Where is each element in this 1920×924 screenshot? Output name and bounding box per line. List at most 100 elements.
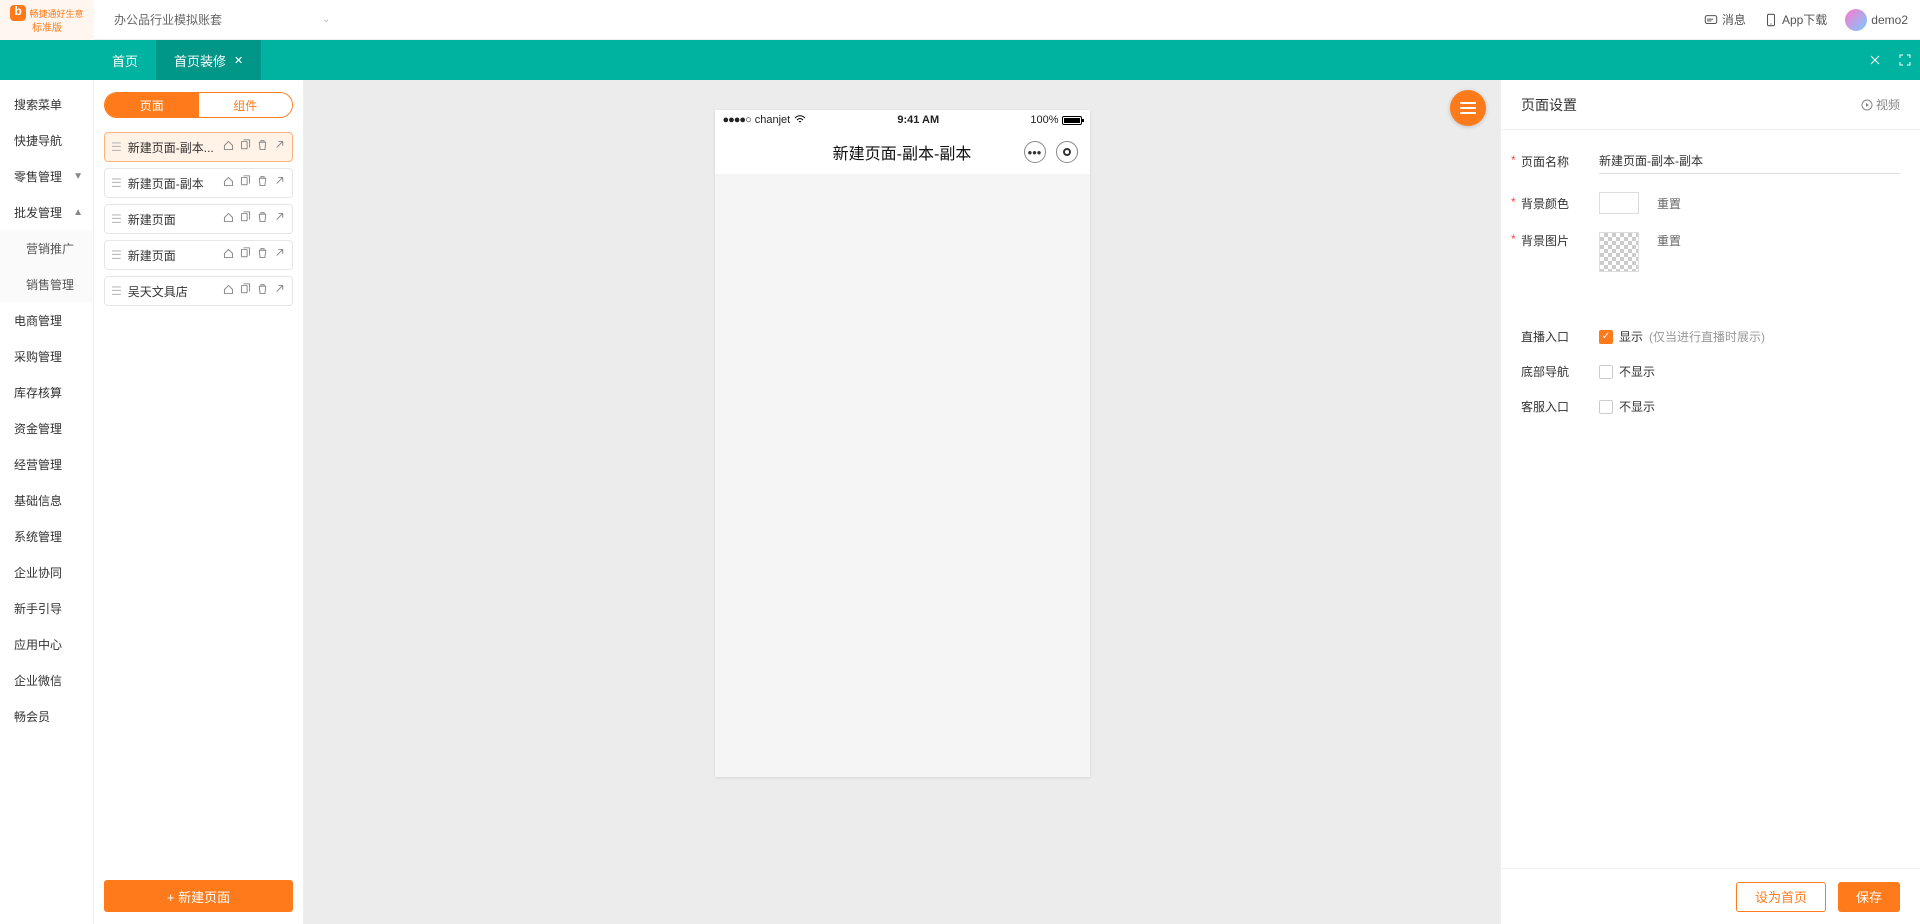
page-row[interactable]: ☰ 新建页面 [104,240,293,270]
share-icon[interactable] [273,211,286,227]
canvas: ●●●●○ chanjet 9:41 AM 100% 新建页面-副本-副本 ••… [304,80,1500,924]
tab-close-icon[interactable]: ✕ [234,54,243,67]
home-icon[interactable] [222,211,235,227]
seg-component[interactable]: 组件 [199,93,293,117]
chevron-down-icon: ⌄ [322,14,330,25]
delete-icon[interactable] [256,175,269,191]
message-icon [1704,13,1718,27]
reset-bg-color[interactable]: 重置 [1657,195,1681,212]
label-page-name: 页面名称 [1521,153,1581,170]
drag-handle-icon[interactable]: ☰ [111,212,122,226]
page-row-name: 新建页面-副本 [128,175,216,192]
checkbox-live-show[interactable] [1599,330,1613,344]
page-row-name: 吴天文具店 [128,283,216,300]
brand-edition: 标准版 [32,19,62,34]
sidebar-item-sales[interactable]: 销售管理 [0,266,93,302]
delete-icon[interactable] [256,283,269,299]
sidebar-item-collab[interactable]: 企业协同 [0,554,93,590]
copy-icon[interactable] [239,211,252,227]
video-tutorial-link[interactable]: 视频 [1861,96,1900,113]
sidebar-item-quicknav[interactable]: 快捷导航 [0,122,93,158]
home-icon[interactable] [222,283,235,299]
sidebar-item-basic[interactable]: 基础信息 [0,482,93,518]
new-page-button[interactable]: + 新建页面 [104,880,293,912]
copy-icon[interactable] [239,283,252,299]
delete-icon[interactable] [256,247,269,263]
segment-control: 页面 组件 [104,92,293,118]
sidebar-item-retail[interactable]: 零售管理▼ [0,158,93,194]
home-icon[interactable] [222,139,235,155]
tab-home[interactable]: 首页 [94,40,156,80]
share-icon[interactable] [273,283,286,299]
battery-icon: 100% [1030,114,1081,126]
user-menu[interactable]: demo2 [1845,9,1908,31]
app-download-button[interactable]: App下载 [1764,11,1827,28]
brand-name: 畅捷通好生意 [29,7,83,20]
messages-button[interactable]: 消息 [1704,11,1746,28]
page-row[interactable]: ☰ 新建页面-副本 [104,168,293,198]
sidebar-item-guide[interactable]: 新手引导 [0,590,93,626]
share-icon[interactable] [273,175,286,191]
sidebar-item-marketing[interactable]: 营销推广 [0,230,93,266]
share-icon[interactable] [273,247,286,263]
copy-icon[interactable] [239,139,252,155]
bg-image-swatch[interactable] [1599,232,1639,272]
seg-page[interactable]: 页面 [105,93,199,117]
phone-page-title: 新建页面-副本-副本 [833,140,972,164]
page-row[interactable]: ☰ 新建页面-副本... [104,132,293,162]
bg-color-swatch[interactable] [1599,192,1639,214]
user-name: demo2 [1871,13,1908,27]
sidebar-item-appcenter[interactable]: 应用中心 [0,626,93,662]
wifi-icon [794,115,806,125]
drag-handle-icon[interactable]: ☰ [111,140,122,154]
account-set-selector[interactable]: 办公品行业模拟账套 ⌄ [114,11,330,28]
brand-logo: 畅捷通好生意 标准版 [0,0,94,40]
copy-icon[interactable] [239,175,252,191]
tabs-close-all-button[interactable] [1860,40,1890,80]
caret-down-icon: ▼ [73,171,83,182]
status-time: 9:41 AM [806,114,1030,126]
toggle-panel-fab[interactable] [1450,90,1486,126]
signal-icon: ●●●●○ [723,114,751,126]
delete-icon[interactable] [256,211,269,227]
phone-navbar: 新建页面-副本-副本 ••• [715,130,1090,174]
set-home-button[interactable]: 设为首页 [1736,882,1826,912]
home-icon[interactable] [222,175,235,191]
copy-icon[interactable] [239,247,252,263]
drag-handle-icon[interactable]: ☰ [111,248,122,262]
sidebar-item-inventory[interactable]: 库存核算 [0,374,93,410]
sidebar-item-ecommerce[interactable]: 电商管理 [0,302,93,338]
more-icon: ••• [1024,141,1046,163]
save-button[interactable]: 保存 [1838,882,1900,912]
account-set-name: 办公品行业模拟账套 [114,11,222,28]
checkbox-service[interactable] [1599,400,1613,414]
label-service: 客服入口 [1521,398,1581,415]
tabs-bar: 首页 首页装修 ✕ [0,40,1920,80]
input-page-name[interactable] [1599,148,1900,174]
sidebar-item-member[interactable]: 畅会员 [0,698,93,734]
label-bottom-nav: 底部导航 [1521,363,1581,380]
settings-panel: 页面设置 视频 页面名称 背景颜色 重置 [1500,80,1920,924]
play-icon [1861,99,1873,111]
sidebar-item-funds[interactable]: 资金管理 [0,410,93,446]
phone-preview: ●●●●○ chanjet 9:41 AM 100% 新建页面-副本-副本 ••… [715,110,1090,777]
share-icon[interactable] [273,139,286,155]
sidebar-item-system[interactable]: 系统管理 [0,518,93,554]
sidebar-item-business[interactable]: 经营管理 [0,446,93,482]
drag-handle-icon[interactable]: ☰ [111,284,122,298]
sidebar-item-search[interactable]: 搜索菜单 [0,86,93,122]
fullscreen-button[interactable] [1890,40,1920,80]
page-row-name: 新建页面 [128,247,216,264]
sidebar-item-wholesale[interactable]: 批发管理▲ [0,194,93,230]
page-row[interactable]: ☰ 新建页面 [104,204,293,234]
tab-decoration[interactable]: 首页装修 ✕ [156,40,261,80]
page-row[interactable]: ☰ 吴天文具店 [104,276,293,306]
delete-icon[interactable] [256,139,269,155]
home-icon[interactable] [222,247,235,263]
checkbox-bottom-nav[interactable] [1599,365,1613,379]
sidebar-item-wechat[interactable]: 企业微信 [0,662,93,698]
reset-bg-image[interactable]: 重置 [1657,232,1681,249]
sidebar-item-purchase[interactable]: 采购管理 [0,338,93,374]
brand-icon [10,5,26,21]
drag-handle-icon[interactable]: ☰ [111,176,122,190]
